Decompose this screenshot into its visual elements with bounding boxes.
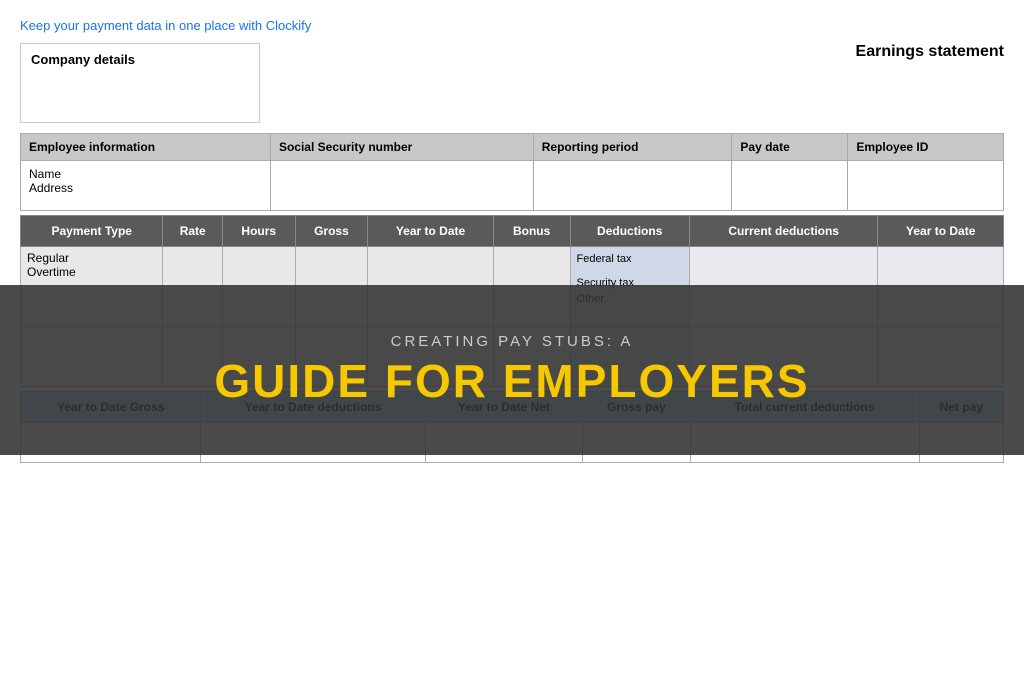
pay-header-ytd: Year to Date [368, 216, 494, 247]
emp-header-info: Employee information [21, 134, 271, 161]
pay-header-type: Payment Type [21, 216, 163, 247]
pay-header-bonus: Bonus [493, 216, 570, 247]
company-label: Company details [31, 52, 135, 67]
emp-pay-date [732, 161, 848, 211]
overlay: CREATING PAY STUBS: A GUIDE FOR EMPLOYER… [0, 285, 1024, 455]
earnings-statement-title: Earnings statement [856, 43, 1004, 61]
emp-header-ssn: Social Security number [270, 134, 533, 161]
emp-header-id: Employee ID [848, 134, 1004, 161]
pay-header-row: Payment Type Rate Hours Gross Year to Da… [21, 216, 1004, 247]
pay-header-rate: Rate [163, 216, 222, 247]
emp-ssn [270, 161, 533, 211]
pay-header-deductions: Deductions [570, 216, 689, 247]
clockify-link-container: Keep your payment data in one place with… [0, 0, 1024, 43]
overlay-title: GUIDE FOR EMPLOYERS [214, 354, 809, 408]
federal-tax-label: Federal tax [577, 251, 683, 267]
emp-header-reporting: Reporting period [533, 134, 732, 161]
company-details-box: Company details [20, 43, 260, 123]
employee-table: Employee information Social Security num… [20, 133, 1004, 211]
clockify-link[interactable]: Keep your payment data in one place with… [20, 18, 311, 33]
pay-header-current-ded: Current deductions [689, 216, 877, 247]
pay-header-gross: Gross [295, 216, 368, 247]
emp-reporting-period [533, 161, 732, 211]
overlay-subtitle: CREATING PAY STUBS: A [391, 333, 634, 350]
emp-id [848, 161, 1004, 211]
pay-header-hours: Hours [222, 216, 295, 247]
pay-header-ytd2: Year to Date [878, 216, 1004, 247]
emp-name-address: NameAddress [21, 161, 271, 211]
emp-row: NameAddress [21, 161, 1004, 211]
emp-header-paydate: Pay date [732, 134, 848, 161]
